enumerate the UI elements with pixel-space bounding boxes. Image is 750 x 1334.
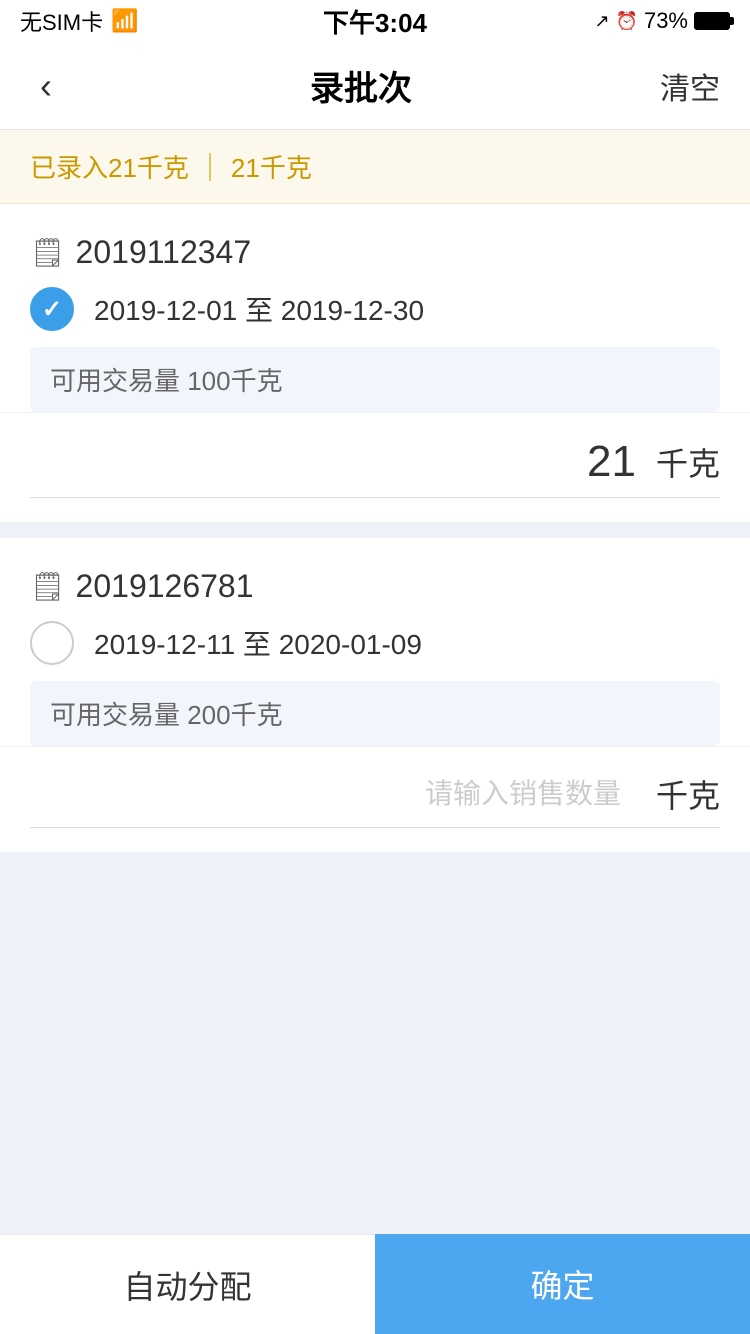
batch-number-1: 2019112347 (76, 234, 252, 271)
auto-distribute-button[interactable]: 自动分配 (0, 1234, 375, 1334)
batch-item-1: 🗒 2019112347 2019-12-01 至 2019-12-30 可用交… (0, 204, 750, 412)
wifi-icon: 📶 (111, 8, 138, 34)
qty-input-inner-1: 21 千克 (30, 437, 720, 498)
carrier-text: 无SIM卡 (20, 5, 103, 37)
qty-placeholder-row-2: 千克 (0, 746, 750, 852)
section-divider (0, 522, 750, 538)
batch-date-2: 2019-12-11 至 2020-01-09 (94, 623, 422, 663)
status-left: 无SIM卡 📶 (20, 5, 139, 37)
batch-item-2: 🗒 2019126781 2019-12-11 至 2020-01-09 可用交… (0, 538, 750, 746)
gray-area (0, 852, 750, 1292)
info-banner: 已录入21千克 21千克 (0, 130, 750, 204)
status-right: ↗ ⏰ 73% (594, 8, 730, 34)
alarm-icon: ⏰ (616, 11, 638, 32)
info-divider (209, 153, 211, 181)
batch-qty-bar-1: 可用交易量 100千克 (30, 347, 720, 412)
batch-number-2: 2019126781 (76, 568, 254, 605)
nav-bar: ‹ 录批次 清空 (0, 42, 750, 130)
batch-date-row-2: 2019-12-11 至 2020-01-09 (30, 621, 720, 665)
status-bar: 无SIM卡 📶 下午3:04 ↗ ⏰ 73% (0, 0, 750, 42)
radio-button-1[interactable] (30, 287, 74, 331)
batch-date-1: 2019-12-01 至 2019-12-30 (94, 289, 424, 329)
batch-header-2: 🗒 2019126781 (30, 568, 720, 605)
radio-button-2[interactable] (30, 621, 74, 665)
location-icon: ↗ (594, 11, 609, 32)
qty-input-field-2[interactable] (336, 778, 636, 810)
batch-header-1: 🗒 2019112347 (30, 234, 720, 271)
status-time: 下午3:04 (323, 3, 427, 40)
qty-unit-2: 千克 (656, 771, 720, 817)
batch-qty-bar-2: 可用交易量 200千克 (30, 681, 720, 746)
battery-icon (694, 12, 730, 30)
bottom-bar: 自动分配 确定 (0, 1234, 750, 1334)
batch-icon-1: 🗒 (30, 236, 66, 269)
batch-icon-2: 🗒 (30, 570, 66, 603)
qty-unit-1: 千克 (656, 439, 720, 485)
clear-button[interactable]: 清空 (660, 64, 720, 108)
info-value: 21千克 (231, 148, 312, 185)
confirm-button[interactable]: 确定 (375, 1234, 750, 1334)
qty-input-row-1: 21 千克 (0, 412, 750, 522)
qty-input-container-1: 21 千克 (30, 437, 720, 498)
back-button[interactable]: ‹ (30, 55, 62, 117)
info-recorded-label: 已录入21千克 (30, 148, 189, 185)
page-title: 录批次 (310, 61, 412, 110)
qty-value-1: 21 (587, 437, 636, 487)
battery-text: 73% (644, 8, 688, 34)
batch-date-row-1: 2019-12-01 至 2019-12-30 (30, 287, 720, 331)
